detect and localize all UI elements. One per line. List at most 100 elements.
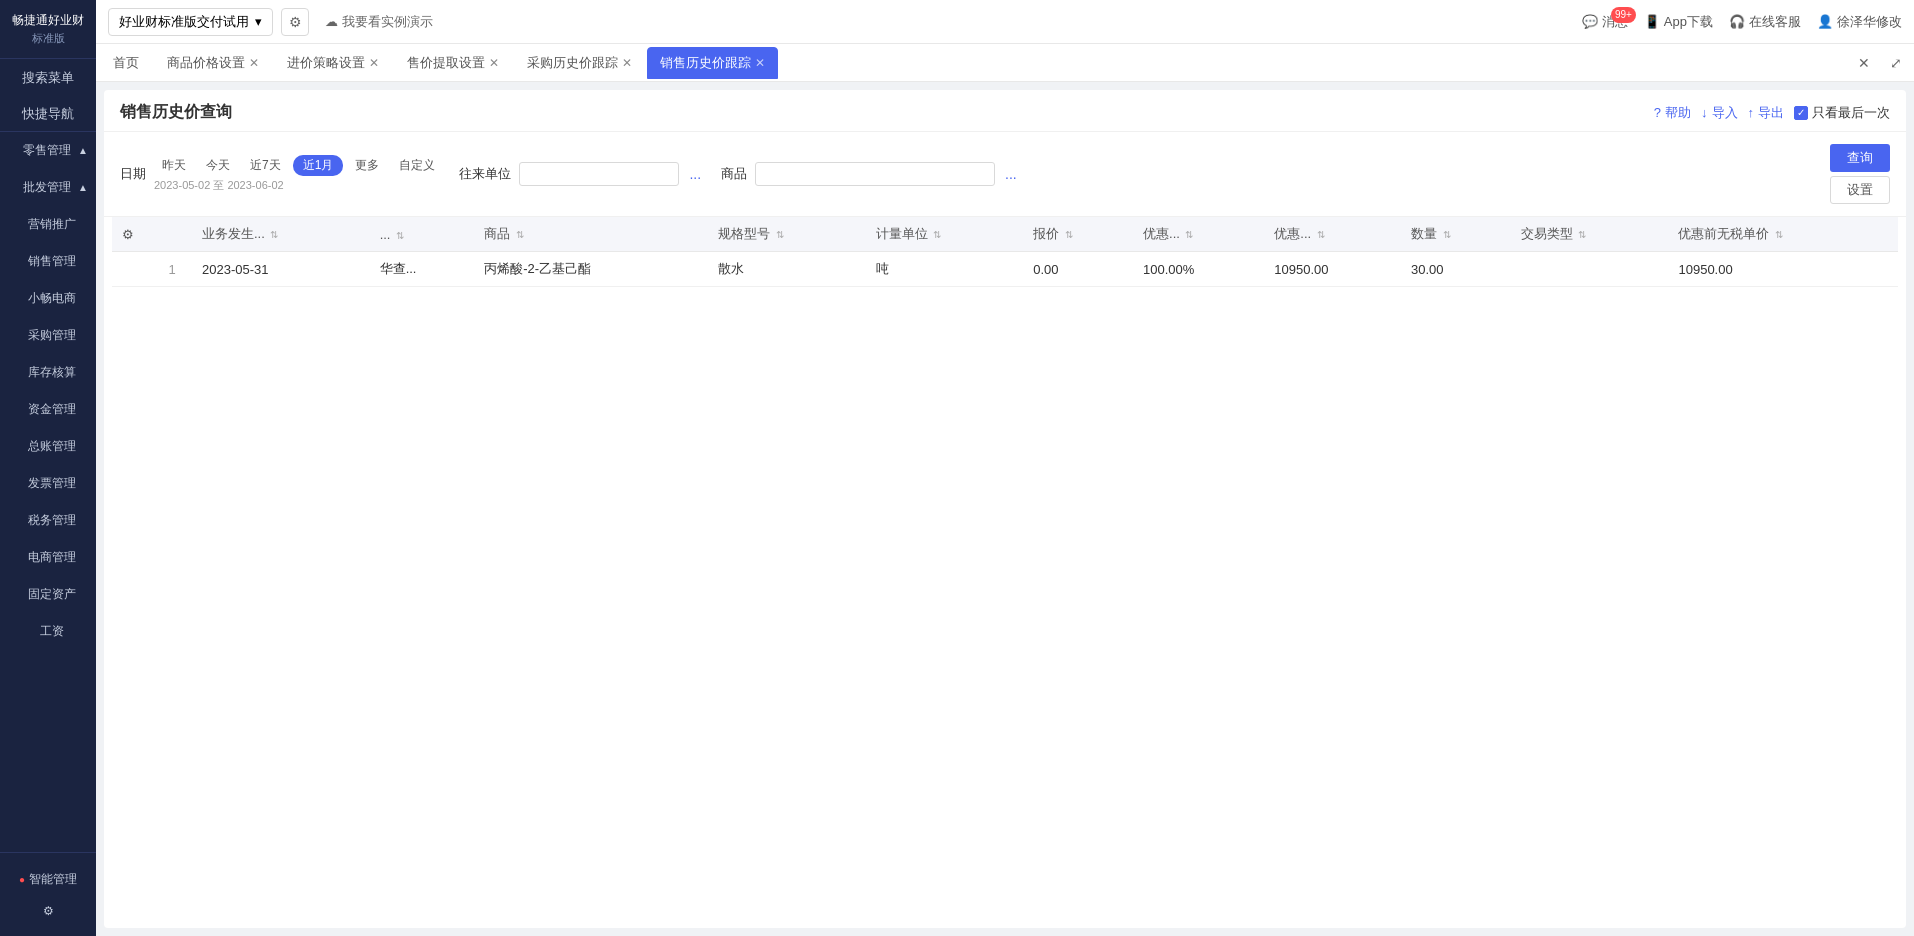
sidebar-item-wholesale-arrow: ▲ [78,182,88,193]
sort-transaction-icon: ⇅ [1578,229,1586,240]
app-download-button[interactable]: 📱 App下载 [1644,13,1713,31]
only-last-toggle[interactable]: 只看最后一次 [1794,104,1890,122]
product-dots-button[interactable]: ... [1001,166,1021,182]
date-option-more[interactable]: 更多 [347,155,387,176]
tab-price-extract[interactable]: 售价提取设置 ✕ [394,47,512,79]
row-discount-price-cell: 10950.00 [1264,252,1401,287]
table-row: 1 2023-05-31 华查... 丙烯酸-2-乙基己酯 散水 吨 0.00 … [112,252,1898,287]
date-option-today[interactable]: 今天 [198,155,238,176]
query-button[interactable]: 查询 [1830,144,1890,172]
import-label: 导入 [1712,104,1738,122]
sidebar-quicknav[interactable]: 快捷导航 [0,97,96,132]
page-header: 销售历史价查询 ? 帮助 ↓ 导入 ↑ 导出 只看最后一次 [104,90,1906,132]
sidebar-item-capital[interactable]: 资金管理 [0,391,96,428]
sort-discount-rate-icon: ⇅ [1185,229,1193,240]
version-selector[interactable]: 好业财标准版交付试用 ▾ [108,8,273,36]
sidebar-item-payroll[interactable]: 工资 [0,613,96,650]
sidebar-settings-icon[interactable]: ⚙ [0,896,96,926]
sidebar-item-inventory[interactable]: 库存核算 [0,354,96,391]
sidebar-item-ecom-small-label: 小畅电商 [16,290,88,307]
settings-gear-icon: ⚙ [43,904,54,918]
user-button[interactable]: 👤 徐泽华修改 [1817,13,1902,31]
row-quantity-cell: 30.00 [1401,252,1511,287]
import-button[interactable]: ↓ 导入 [1701,104,1738,122]
close-all-icon: ✕ [1858,55,1870,71]
sidebar-item-purchase[interactable]: 采购管理 [0,317,96,354]
sidebar-item-tax[interactable]: 税务管理 [0,502,96,539]
col-product-header[interactable]: 商品 ⇅ [474,217,708,252]
export-button[interactable]: ↑ 导出 [1748,104,1785,122]
col-price-header[interactable]: 报价 ⇅ [1023,217,1133,252]
supplier-dots-button[interactable]: ... [685,166,705,182]
table-settings-icon[interactable]: ⚙ [122,227,134,242]
col-transaction-header[interactable]: 交易类型 ⇅ [1511,217,1669,252]
date-option-last7days[interactable]: 近7天 [242,155,289,176]
only-last-label: 只看最后一次 [1812,104,1890,122]
help-button[interactable]: ? 帮助 [1654,104,1691,122]
settings-button[interactable]: 设置 [1830,176,1890,204]
col-discount-rate-label: 优惠... [1143,226,1180,241]
date-option-last1month[interactable]: 近1月 [293,155,344,176]
tab-sales-history-close[interactable]: ✕ [755,56,765,70]
col-unit-header[interactable]: 计量单位 ⇅ [866,217,1024,252]
date-range-display: 2023-05-02 至 2023-06-02 [154,178,443,193]
col-spec-header[interactable]: 规格型号 ⇅ [708,217,866,252]
product-input-group: ... [755,162,1021,186]
topbar: 好业财标准版交付试用 ▾ ⚙ ☁ 我要看实例演示 💬 消息 99+ 📱 App下… [96,0,1914,44]
sidebar-item-ecom[interactable]: 电商管理 [0,539,96,576]
sidebar-item-invoice[interactable]: 发票管理 [0,465,96,502]
user-avatar-icon: 👤 [1817,14,1833,29]
col-discount-rate-header[interactable]: 优惠... ⇅ [1133,217,1264,252]
sidebar-item-invoice-label: 发票管理 [16,475,88,492]
col-quantity-header[interactable]: 数量 ⇅ [1401,217,1511,252]
sidebar-item-retail[interactable]: 零售管理 ▲ [0,132,96,169]
col-pretax-header[interactable]: 优惠前无税单价 ⇅ [1668,217,1898,252]
col-quantity-label: 数量 [1411,226,1437,241]
sidebar-search[interactable]: 搜索菜单 [0,59,96,97]
tab-expand-button[interactable]: ⤢ [1882,49,1910,77]
tab-purchase-strategy[interactable]: 进价策略设置 ✕ [274,47,392,79]
online-service-button[interactable]: 🎧 在线客服 [1729,13,1801,31]
sidebar-item-marketing[interactable]: 营销推广 [0,206,96,243]
tab-home[interactable]: 首页 [100,47,152,79]
headset-icon: 🎧 [1729,14,1745,29]
row-pretax-cell: 10950.00 [1668,252,1898,287]
topbar-settings-button[interactable]: ⚙ [281,8,309,36]
col-discount-price-label: 优惠... [1274,226,1311,241]
sidebar-item-ledger[interactable]: 总账管理 [0,428,96,465]
only-last-checkbox-box[interactable] [1794,106,1808,120]
tab-close-all-button[interactable]: ✕ [1850,49,1878,77]
date-option-yesterday[interactable]: 昨天 [154,155,194,176]
sidebar-item-smart[interactable]: ● 智能管理 [0,863,96,896]
tab-price-settings[interactable]: 商品价格设置 ✕ [154,47,272,79]
settings-icon: ⚙ [289,14,302,30]
supplier-input[interactable] [519,162,679,186]
tab-purchase-history[interactable]: 采购历史价跟踪 ✕ [514,47,645,79]
page-header-actions: ? 帮助 ↓ 导入 ↑ 导出 只看最后一次 [1654,104,1890,122]
tab-purchase-strategy-label: 进价策略设置 [287,54,365,72]
row-settings-cell [112,252,152,287]
col-extra-header[interactable]: ... ⇅ [370,217,475,252]
sidebar-item-assets-label: 固定资产 [16,586,88,603]
date-option-custom[interactable]: 自定义 [391,155,443,176]
col-discount-price-header[interactable]: 优惠... ⇅ [1264,217,1401,252]
tab-purchase-strategy-close[interactable]: ✕ [369,56,379,70]
sort-quantity-icon: ⇅ [1443,229,1451,240]
sidebar-item-inventory-label: 库存核算 [16,364,88,381]
sidebar-item-ecom-small[interactable]: 小畅电商 [0,280,96,317]
sidebar-item-wholesale[interactable]: 批发管理 ▲ [0,169,96,206]
col-date-header[interactable]: 业务发生... ⇅ [192,217,370,252]
col-pretax-label: 优惠前无税单价 [1678,226,1769,241]
tab-purchase-history-close[interactable]: ✕ [622,56,632,70]
messages-button[interactable]: 💬 消息 99+ [1582,13,1628,31]
sidebar-logo: 畅捷通好业财 标准版 [0,0,96,59]
row-num-cell: 1 [152,252,192,287]
sidebar-item-assets[interactable]: 固定资产 [0,576,96,613]
sidebar-item-sales[interactable]: 销售管理 [0,243,96,280]
product-input[interactable] [755,162,995,186]
tab-price-settings-close[interactable]: ✕ [249,56,259,70]
col-settings-header[interactable]: ⚙ [112,217,152,252]
demo-button[interactable]: ☁ 我要看实例演示 [317,13,441,31]
tab-sales-history[interactable]: 销售历史价跟踪 ✕ [647,47,778,79]
tab-price-extract-close[interactable]: ✕ [489,56,499,70]
